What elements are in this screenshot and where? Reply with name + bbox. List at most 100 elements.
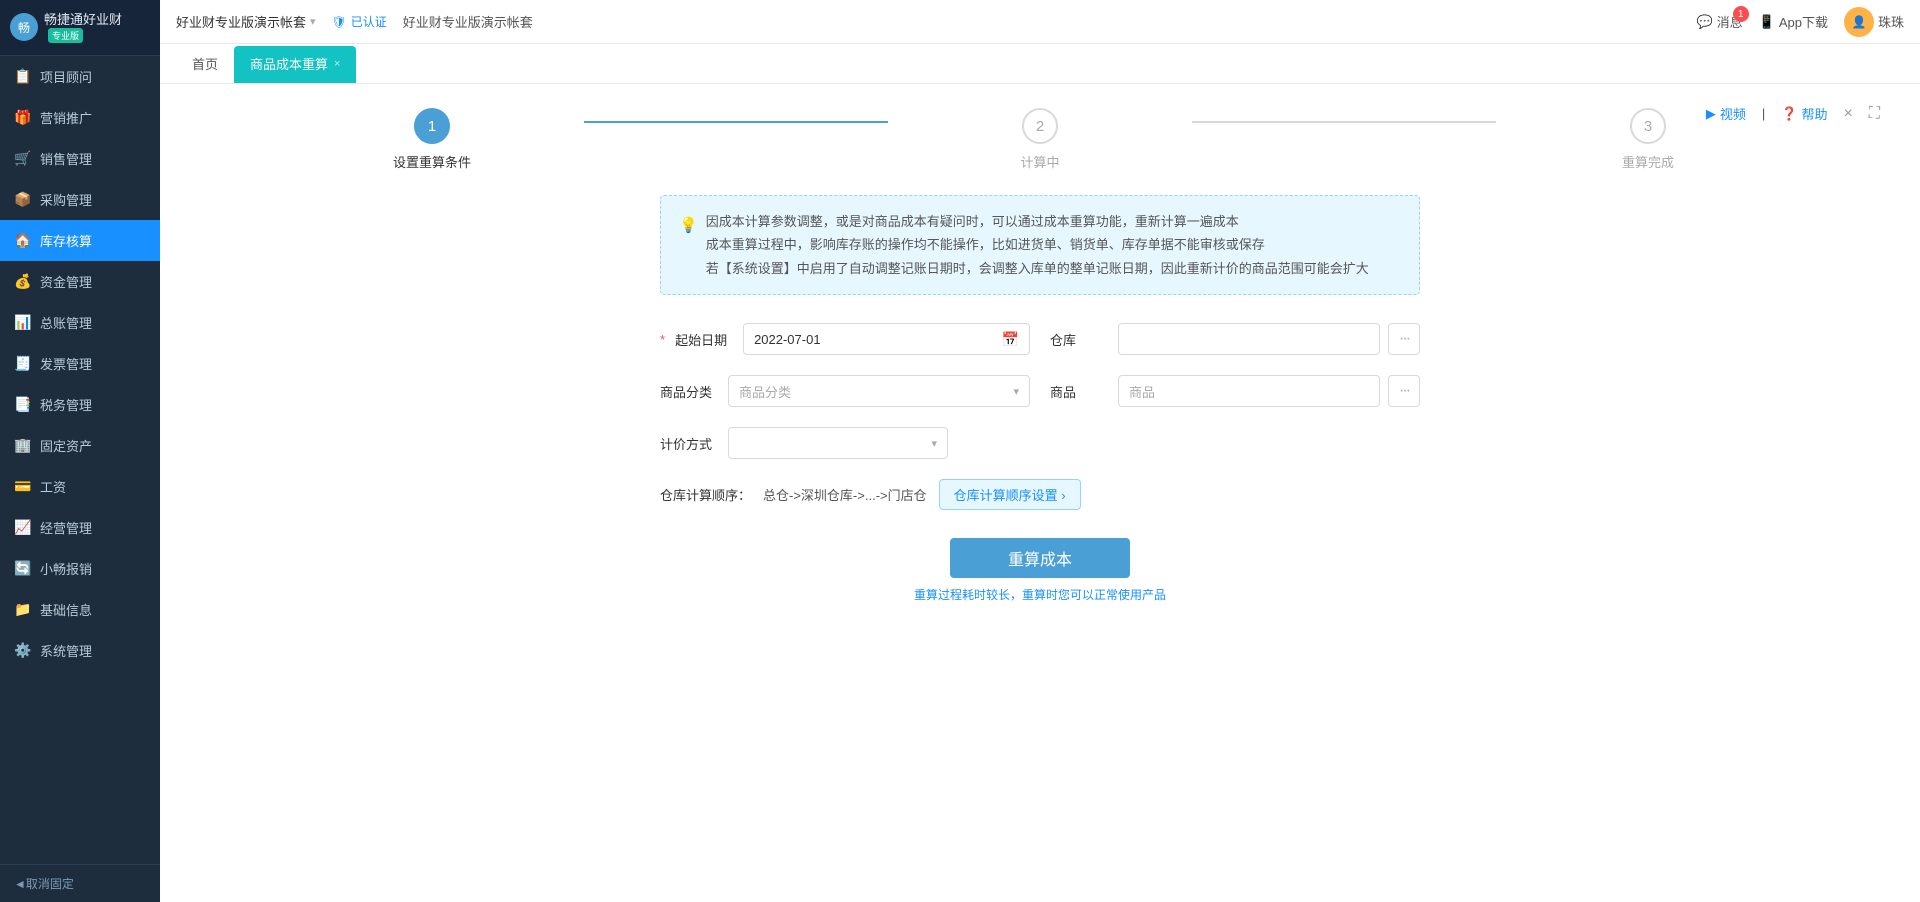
account-selector[interactable]: 好业财专业版演示帐套 ▾	[176, 12, 316, 31]
chevron-down-icon: ▾	[1013, 385, 1019, 398]
tab-close-icon[interactable]: ×	[334, 58, 340, 70]
tab-home[interactable]: 首页	[176, 46, 234, 83]
avatar: 👤	[1844, 7, 1874, 37]
calendar-icon[interactable]: 📅	[1002, 331, 1019, 348]
tab-recalc[interactable]: 商品成本重算 ×	[234, 46, 356, 83]
info-line-3: 若【系统设置】中启用了自动调整记账日期时，会调整入库单的整单记账日期，因此重新计…	[706, 257, 1369, 280]
step-1: 1 设置重算条件	[280, 108, 584, 171]
goods-select[interactable]: 商品	[1118, 375, 1380, 407]
warehouse-more-button[interactable]: ···	[1388, 323, 1420, 355]
sidebar-item-accounting[interactable]: 📊 总账管理	[0, 302, 160, 343]
message-button[interactable]: 💬 消息 1	[1696, 12, 1742, 31]
sidebar-item-label: 采购管理	[40, 190, 92, 209]
step-3: 3 重算完成	[1496, 108, 1800, 171]
goods-more-button[interactable]: ···	[1388, 375, 1420, 407]
warehouse-select[interactable]	[1118, 323, 1380, 355]
shield-icon: 🛡	[332, 15, 347, 29]
invoice-icon: 🧾	[14, 354, 32, 372]
category-group: 商品分类 商品分类 ▾	[660, 375, 1030, 407]
sidebar-item-base[interactable]: 📁 基础信息	[0, 589, 160, 630]
project-icon: 📋	[14, 67, 32, 85]
sidebar-item-label: 营销推广	[40, 108, 92, 127]
warehouse-group: 仓库 ···	[1050, 323, 1420, 355]
start-date-label: 起始日期	[675, 330, 735, 349]
tax-icon: 📑	[14, 395, 32, 413]
category-label: 商品分类	[660, 382, 720, 401]
topbar-left: 好业财专业版演示帐套 ▾ 🛡 已认证 好业财专业版演示帐套	[176, 11, 533, 32]
sidebar-item-label: 销售管理	[40, 149, 92, 168]
base-icon: 📁	[14, 600, 32, 618]
finance-icon: 💰	[14, 272, 32, 290]
info-line-2: 成本重算过程中，影响库存账的操作均不能操作，比如进货单、销货单、库存单据不能审核…	[706, 233, 1369, 256]
warehouse-order-value: 总仓->深圳仓库->...->门店仓	[763, 485, 927, 504]
message-icon: 💬	[1696, 14, 1712, 30]
sidebar-item-expense[interactable]: 🔄 小畅报销	[0, 548, 160, 589]
sidebar-item-finance[interactable]: 💰 资金管理	[0, 261, 160, 302]
logo-title: 畅捷通好业财	[44, 12, 122, 28]
accounting-icon: 📊	[14, 313, 32, 331]
steps-indicator: 1 设置重算条件 2 计算中 3 重算完成	[200, 108, 1880, 171]
sidebar-item-label: 发票管理	[40, 354, 92, 373]
step-3-label: 重算完成	[1622, 152, 1674, 171]
chevron-down-icon: ▾	[931, 437, 937, 450]
start-date-input[interactable]: 2022-07-01 📅	[743, 323, 1030, 355]
recalc-section: 重算成本 重算过程耗时较长，重算时您可以正常使用产品	[660, 538, 1420, 603]
sidebar-item-label: 总账管理	[40, 313, 92, 332]
sidebar-item-marketing[interactable]: 🎁 营销推广	[0, 97, 160, 138]
goods-label: 商品	[1050, 382, 1110, 401]
sidebar-item-sales[interactable]: 🛒 销售管理	[0, 138, 160, 179]
sidebar-item-invoice[interactable]: 🧾 发票管理	[0, 343, 160, 384]
salary-icon: 💳	[14, 477, 32, 495]
goods-group: 商品 商品 ···	[1050, 375, 1420, 407]
sidebar-item-label: 资金管理	[40, 272, 92, 291]
step-3-circle: 3	[1630, 108, 1666, 144]
topbar-right: 💬 消息 1 📱 App下载 👤 珠珠	[1696, 7, 1904, 37]
step-2: 2 计算中	[888, 108, 1192, 171]
sidebar-item-label: 基础信息	[40, 600, 92, 619]
sidebar-logo: 畅 畅捷通好业财 专业版	[0, 0, 160, 56]
ops-icon: 📈	[14, 518, 32, 536]
warehouse-order-row: 仓库计算顺序： 总仓->深圳仓库->...->门店仓 仓库计算顺序设置 ›	[660, 479, 1420, 510]
step-1-label: 设置重算条件	[393, 152, 471, 171]
app-download-button[interactable]: 📱 App下载	[1759, 12, 1828, 31]
info-line-1: 因成本计算参数调整，或是对商品成本有疑问时，可以通过成本重算功能，重新计算一遍成…	[706, 210, 1369, 233]
price-method-label: 计价方式	[660, 434, 720, 453]
category-placeholder: 商品分类	[739, 382, 791, 401]
sidebar-item-label: 税务管理	[40, 395, 92, 414]
unpin-button[interactable]: ◄取消固定	[0, 864, 160, 902]
topbar: 好业财专业版演示帐套 ▾ 🛡 已认证 好业财专业版演示帐套 💬 消息 1 📱 A…	[160, 0, 1920, 44]
category-select[interactable]: 商品分类 ▾	[728, 375, 1030, 407]
sidebar-item-label: 库存核算	[40, 231, 92, 250]
required-star: *	[660, 332, 665, 347]
recalc-button[interactable]: 重算成本	[950, 538, 1130, 578]
message-badge: 1	[1733, 6, 1749, 22]
price-method-select[interactable]: ▾	[728, 427, 948, 459]
topbar-account-name: 好业财专业版演示帐套	[403, 12, 533, 31]
sidebar-item-inventory[interactable]: 🏠 库存核算	[0, 220, 160, 261]
user-menu[interactable]: 👤 珠珠	[1844, 7, 1904, 37]
inventory-icon: 🏠	[14, 231, 32, 249]
mobile-icon: 📱	[1759, 14, 1775, 30]
sidebar-item-system[interactable]: ⚙️ 系统管理	[0, 630, 160, 671]
sidebar: 畅 畅捷通好业财 专业版 📋 项目顾问 🎁 营销推广 🛒 销售管理 📦 采购管理…	[0, 0, 160, 902]
sidebar-item-label: 工资	[40, 477, 66, 496]
step-line-1	[584, 121, 888, 123]
recalc-hint: 重算过程耗时较长，重算时您可以正常使用产品	[660, 586, 1420, 603]
step-2-label: 计算中	[1020, 152, 1059, 171]
form-section: * 起始日期 2022-07-01 📅 仓库 ···	[660, 323, 1420, 603]
assets-icon: 🏢	[14, 436, 32, 454]
warehouse-order-settings-button[interactable]: 仓库计算顺序设置 ›	[939, 479, 1081, 510]
chevron-down-icon: ▾	[310, 15, 316, 28]
pro-badge: 专业版	[48, 28, 83, 43]
step-2-circle: 2	[1022, 108, 1058, 144]
sidebar-item-ops[interactable]: 📈 经营管理	[0, 507, 160, 548]
warehouse-order-label: 仓库计算顺序：	[660, 485, 751, 504]
sidebar-item-project[interactable]: 📋 项目顾问	[0, 56, 160, 97]
sidebar-item-tax[interactable]: 📑 税务管理	[0, 384, 160, 425]
sidebar-item-purchase[interactable]: 📦 采购管理	[0, 179, 160, 220]
form-row-1: * 起始日期 2022-07-01 📅 仓库 ···	[660, 323, 1420, 355]
sidebar-item-label: 经营管理	[40, 518, 92, 537]
sidebar-item-assets[interactable]: 🏢 固定资产	[0, 425, 160, 466]
purchase-icon: 📦	[14, 190, 32, 208]
sidebar-item-salary[interactable]: 💳 工资	[0, 466, 160, 507]
